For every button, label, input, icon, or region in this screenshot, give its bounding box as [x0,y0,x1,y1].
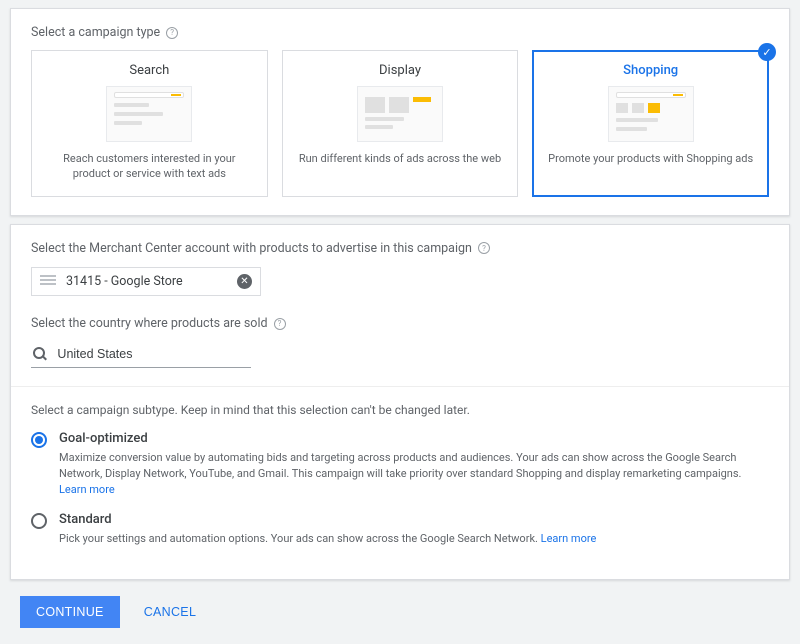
campaign-type-panel: Select a campaign type ? Search Reach cu… [10,8,790,216]
help-icon[interactable]: ? [166,27,178,39]
campaign-type-cards: Search Reach customers interested in you… [31,50,769,197]
learn-more-link[interactable]: Learn more [541,532,597,545]
radio-icon[interactable] [31,513,47,529]
campaign-card-search[interactable]: Search Reach customers interested in you… [31,50,268,197]
merchant-label: Select the Merchant Center account with … [31,241,472,256]
merchant-label-row: Select the Merchant Center account with … [31,241,769,256]
card-illustration [357,86,443,142]
country-label: Select the country where products are so… [31,316,268,331]
radio-title: Standard [59,512,769,527]
card-title: Shopping [547,63,754,78]
merchant-center-icon [40,275,56,289]
subtype-option-standard[interactable]: Standard Pick your settings and automati… [31,512,769,547]
card-title: Search [46,63,253,78]
campaign-card-display[interactable]: Display Run different kinds of ads acros… [282,50,519,197]
continue-button[interactable]: CONTINUE [20,596,120,628]
search-icon [33,347,45,361]
card-desc: Promote your products with Shopping ads [547,152,754,167]
radio-desc-text: Pick your settings and automation option… [59,532,541,545]
merchant-value: 31415 - Google Store [66,274,227,289]
clear-icon[interactable]: ✕ [237,274,252,289]
country-label-row: Select the country where products are so… [31,316,769,331]
subtype-label: Select a campaign subtype. Keep in mind … [31,403,769,417]
card-desc: Run different kinds of ads across the we… [297,152,504,167]
subtype-option-goal-optimized[interactable]: Goal-optimized Maximize conversion value… [31,431,769,498]
campaign-type-label: Select a campaign type ? [31,25,769,40]
card-title: Display [297,63,504,78]
card-desc: Reach customers interested in your produ… [46,152,253,182]
help-icon[interactable]: ? [274,318,286,330]
radio-desc: Pick your settings and automation option… [59,531,769,547]
campaign-settings-panel: Select the Merchant Center account with … [10,224,790,580]
cancel-button[interactable]: CANCEL [128,596,213,628]
learn-more-link[interactable]: Learn more [59,483,115,496]
help-icon[interactable]: ? [478,242,490,254]
merchant-select[interactable]: 31415 - Google Store ✕ [31,267,261,296]
campaign-type-label-text: Select a campaign type [31,25,160,40]
radio-icon[interactable] [31,432,47,448]
card-illustration [106,86,192,142]
country-input-row[interactable] [31,341,251,368]
check-icon: ✓ [758,43,776,61]
country-input[interactable] [57,347,249,361]
campaign-card-shopping[interactable]: ✓ Shopping Promote your products with Sh… [532,50,769,197]
radio-title: Goal-optimized [59,431,769,446]
radio-desc-text: Maximize conversion value by automating … [59,451,741,480]
card-illustration [608,86,694,142]
radio-desc: Maximize conversion value by automating … [59,450,769,498]
action-bar: CONTINUE CANCEL [0,588,800,644]
